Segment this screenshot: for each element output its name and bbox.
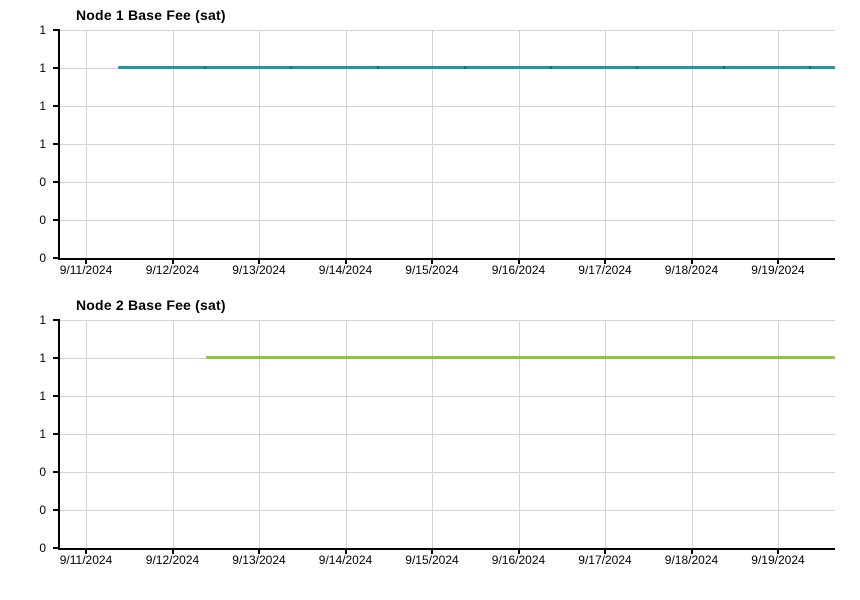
h-gridline xyxy=(60,106,835,107)
data-point-marker xyxy=(636,66,639,69)
x-tick-label: 9/16/2024 xyxy=(491,553,546,567)
x-axis-line xyxy=(58,548,835,550)
v-gridline xyxy=(605,30,606,258)
h-gridline xyxy=(60,220,835,221)
x-tick-label: 9/14/2024 xyxy=(318,553,373,567)
v-gridline xyxy=(259,320,260,548)
v-gridline xyxy=(518,30,520,258)
v-gridline xyxy=(605,320,606,548)
x-tick-label: 9/19/2024 xyxy=(751,263,805,277)
x-tick-label: 9/14/2024 xyxy=(318,263,373,277)
y-tick-label: 0 xyxy=(39,175,46,189)
v-gridline xyxy=(172,30,174,258)
h-gridline xyxy=(60,320,835,321)
v-gridline xyxy=(432,30,433,258)
v-gridline xyxy=(259,30,260,258)
y-tick-label: 0 xyxy=(39,465,46,479)
y-tick-label: 1 xyxy=(39,99,46,113)
x-tick-label: 9/17/2024 xyxy=(578,263,632,277)
y-axis-line xyxy=(58,30,60,260)
data-point-marker xyxy=(809,66,812,69)
v-gridline xyxy=(86,30,87,258)
x-tick-label: 9/11/2024 xyxy=(59,553,113,567)
x-tick-label: 9/16/2024 xyxy=(491,263,546,277)
x-tick-label: 9/19/2024 xyxy=(751,553,805,567)
series-line xyxy=(118,66,835,69)
series-line xyxy=(205,356,835,359)
y-tick-label: 0 xyxy=(39,503,46,517)
y-tick-label: 1 xyxy=(39,427,46,441)
x-tick-label: 9/12/2024 xyxy=(145,263,200,277)
h-gridline xyxy=(60,472,835,473)
y-tick-label: 0 xyxy=(39,251,46,265)
h-gridline xyxy=(60,30,835,31)
x-tick-label: 9/15/2024 xyxy=(405,263,459,277)
plot-area: 1 1 1 1 0 0 0 9/11/2024 9/12/2024 9/13/2024 9/14/2… xyxy=(0,290,860,580)
y-tick-label: 1 xyxy=(39,137,46,151)
v-gridline xyxy=(86,320,87,548)
x-tick-label: 9/13/2024 xyxy=(232,553,286,567)
x-tick-label: 9/15/2024 xyxy=(405,553,459,567)
y-axis-line xyxy=(58,320,60,550)
v-gridline xyxy=(778,30,779,258)
data-point-marker xyxy=(203,66,206,69)
y-tick-label: 0 xyxy=(39,213,46,227)
x-tick-label: 9/11/2024 xyxy=(59,263,113,277)
h-gridline xyxy=(60,510,835,511)
x-tick-label: 9/13/2024 xyxy=(232,263,286,277)
x-tick-label: 9/17/2024 xyxy=(578,553,632,567)
data-point-marker xyxy=(289,66,292,69)
data-point-marker xyxy=(723,66,726,69)
v-gridline xyxy=(432,320,433,548)
plot-area: 1 1 1 1 0 0 0 9/11/2024 9/12/2024 9/13/2024 9/14/2… xyxy=(0,0,860,290)
h-gridline xyxy=(60,434,835,435)
h-gridline xyxy=(60,182,835,183)
y-tick-label: 1 xyxy=(39,351,46,365)
h-gridline xyxy=(60,144,835,145)
y-tick-label: 0 xyxy=(39,541,46,555)
v-gridline xyxy=(778,320,779,548)
chart-node1-base-fee: Node 1 Base Fee (sat) 1 1 1 1 0 0 0 9/11/2024 9/… xyxy=(0,0,860,290)
data-point-marker xyxy=(376,66,379,69)
y-tick-label: 1 xyxy=(39,61,46,75)
x-tick-label: 9/18/2024 xyxy=(664,553,719,567)
y-tick-label: 1 xyxy=(39,313,46,327)
x-tick-label: 9/12/2024 xyxy=(145,553,200,567)
h-gridline xyxy=(60,396,835,397)
v-gridline xyxy=(345,30,347,258)
v-gridline xyxy=(345,320,347,548)
v-gridline xyxy=(518,320,520,548)
data-point-marker xyxy=(463,66,466,69)
y-tick-label: 1 xyxy=(39,389,46,403)
v-gridline xyxy=(691,30,693,258)
v-gridline xyxy=(691,320,693,548)
chart-node2-base-fee: Node 2 Base Fee (sat) 1 1 1 1 0 0 0 9/11/2024 9/… xyxy=(0,290,860,580)
x-axis-line xyxy=(58,258,835,260)
x-tick-label: 9/18/2024 xyxy=(664,263,719,277)
y-tick-label: 1 xyxy=(39,23,46,37)
data-point-marker xyxy=(549,66,552,69)
v-gridline xyxy=(172,320,174,548)
